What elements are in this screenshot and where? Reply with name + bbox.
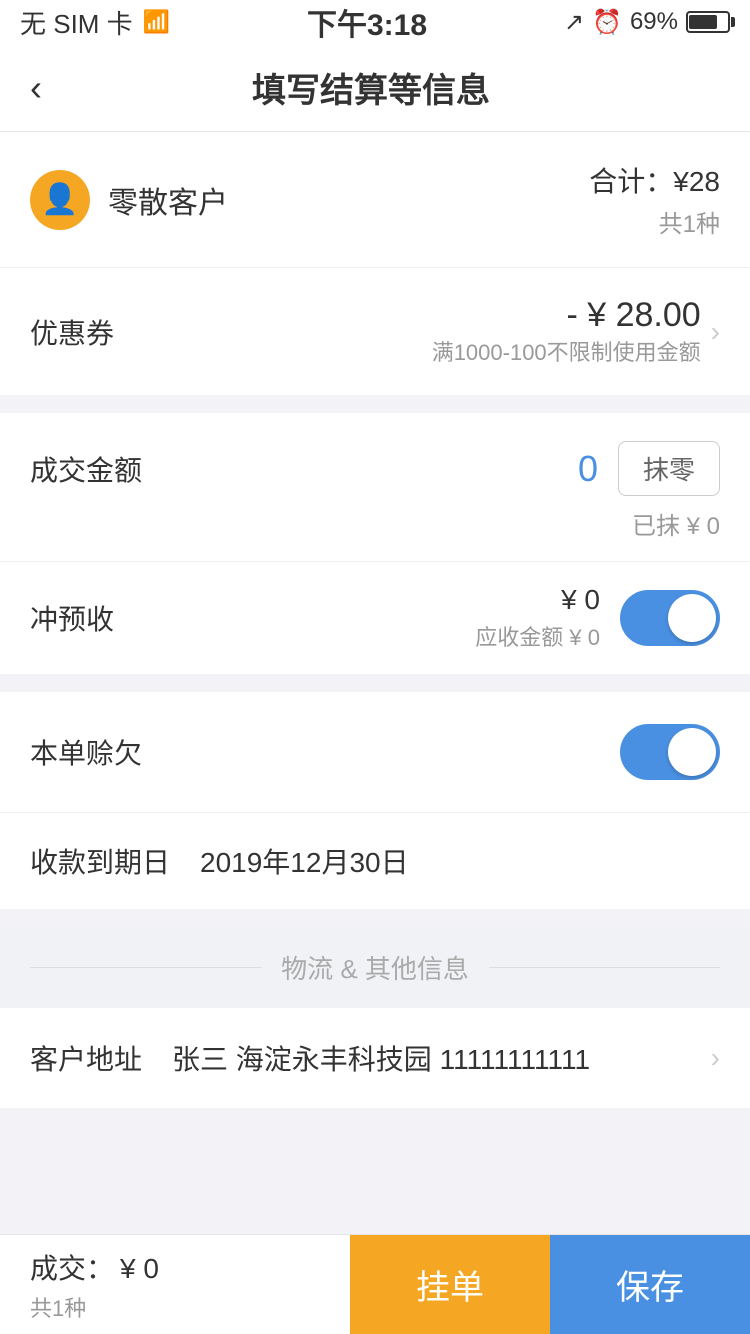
address-label: 客户地址 (30, 1038, 142, 1078)
bottom-info: 成交： ¥ 0 共1种 (0, 1235, 350, 1334)
precollect-amount: ¥ 0 (475, 584, 600, 616)
coupon-right: - ¥ 28.00 满1000-100不限制使用金额 › (432, 296, 720, 367)
bottom-deal-label: 成交： (30, 1247, 114, 1287)
bottom-bar: 成交： ¥ 0 共1种 挂单 保存 (0, 1234, 750, 1334)
sim-status: 无 SIM 卡 (20, 4, 133, 41)
credit-row: 本单赊欠 (0, 692, 750, 812)
address-section: 客户地址 张三 海淀永丰科技园 11111111111 › (0, 1008, 750, 1108)
customer-total: 合计：¥28 (589, 160, 720, 200)
bottom-count: 共1种 (30, 1291, 320, 1323)
wifi-icon: 📶 (143, 9, 170, 35)
customer-section: 👤 零散客户 合计：¥28 共1种 优惠券 - ¥ 28.00 满1000-10… (0, 132, 750, 395)
credit-label: 本单赊欠 (30, 732, 142, 772)
due-date-row: 收款到期日 2019年12月30日 (0, 812, 750, 909)
precollect-toggle[interactable] (620, 590, 720, 646)
due-date-value: 2019年12月30日 (200, 841, 409, 881)
address-chevron-icon: › (711, 1042, 720, 1074)
alarm-icon: ⏰ (592, 8, 622, 37)
avatar: 👤 (30, 170, 90, 230)
status-time: 下午3:18 (307, 0, 427, 44)
precollect-right: ¥ 0 应收金额 ¥ 0 (475, 584, 720, 652)
credit-toggle-knob (668, 728, 716, 776)
nav-bar: ‹ 填写结算等信息 (0, 44, 750, 132)
coupon-chevron-icon: › (711, 316, 720, 348)
customer-left: 👤 零散客户 (30, 170, 228, 230)
customer-count: 共1种 (589, 204, 720, 239)
precollect-values: ¥ 0 应收金额 ¥ 0 (475, 584, 600, 652)
toggle-knob (668, 594, 716, 642)
precollect-sub: 应收金额 ¥ 0 (475, 620, 600, 652)
location-icon: ↗ (564, 8, 584, 37)
deal-label: 成交金额 (30, 449, 142, 489)
page-title: 填写结算等信息 (62, 63, 680, 112)
bottom-deal-value: ¥ 0 (120, 1253, 159, 1285)
deal-section: 成交金额 0 抹零 已抹 ¥ 0 冲预收 ¥ 0 应收金额 ¥ 0 (0, 413, 750, 674)
status-left: 无 SIM 卡 📶 (20, 4, 170, 41)
coupon-label: 优惠券 (30, 312, 114, 352)
customer-name: 零散客户 (108, 178, 228, 222)
battery-icon (686, 11, 730, 33)
deal-right: 0 抹零 (578, 441, 720, 496)
logistics-label: 物流 & 其他信息 (281, 949, 469, 986)
coupon-amount: - ¥ 28.00 (432, 296, 701, 335)
address-row[interactable]: 客户地址 张三 海淀永丰科技园 11111111111 › (0, 1008, 750, 1108)
battery-percent: 69% (630, 8, 678, 36)
precollect-label: 冲预收 (30, 598, 114, 638)
coupon-info: - ¥ 28.00 满1000-100不限制使用金额 (432, 296, 701, 367)
status-right: ↗ ⏰ 69% (564, 8, 730, 37)
logistics-section: 物流 & 其他信息 (0, 927, 750, 1008)
battery-fill (689, 15, 717, 29)
back-button[interactable]: ‹ (30, 67, 42, 109)
logistics-divider: 物流 & 其他信息 (30, 949, 720, 986)
bottom-deal-row: 成交： ¥ 0 (30, 1247, 320, 1287)
customer-right: 合计：¥28 共1种 (589, 160, 720, 239)
hold-button[interactable]: 挂单 (350, 1235, 550, 1334)
customer-row: 👤 零散客户 合计：¥28 共1种 (0, 132, 750, 267)
deal-row: 成交金额 0 抹零 (0, 413, 750, 506)
round-button[interactable]: 抹零 (618, 441, 720, 496)
save-button[interactable]: 保存 (550, 1235, 750, 1334)
coupon-row[interactable]: 优惠券 - ¥ 28.00 满1000-100不限制使用金额 › (0, 267, 750, 395)
status-bar: 无 SIM 卡 📶 下午3:18 ↗ ⏰ 69% (0, 0, 750, 44)
coupon-desc: 满1000-100不限制使用金额 (432, 335, 701, 367)
due-date-label: 收款到期日 (30, 841, 170, 881)
address-value: 张三 海淀永丰科技园 11111111111 (172, 1038, 681, 1078)
deal-value: 0 (578, 448, 598, 490)
deal-sub: 已抹 ¥ 0 (0, 506, 750, 561)
credit-toggle[interactable] (620, 724, 720, 780)
precollect-row: 冲预收 ¥ 0 应收金额 ¥ 0 (0, 561, 750, 674)
credit-section: 本单赊欠 收款到期日 2019年12月30日 (0, 692, 750, 909)
